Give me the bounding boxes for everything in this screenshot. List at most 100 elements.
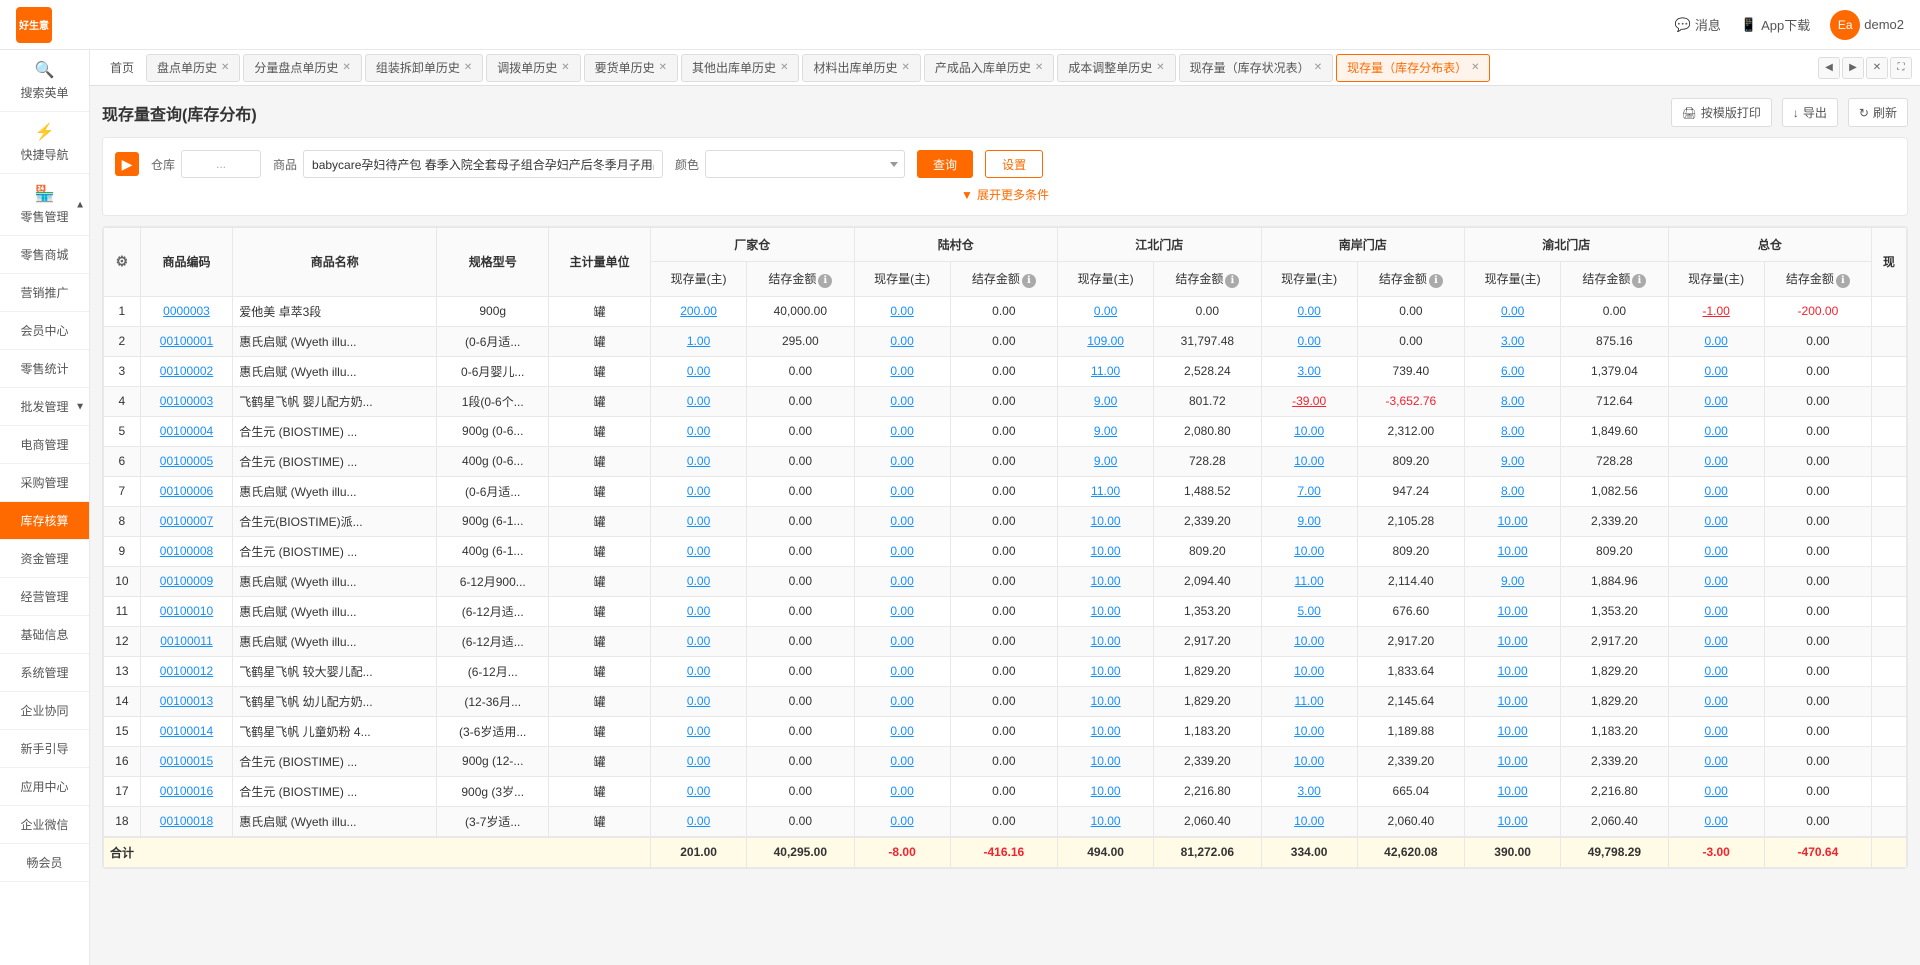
- tab-close-stock-dist[interactable]: ✕: [1471, 62, 1479, 73]
- cell-nanan-qty[interactable]: 10.00: [1261, 626, 1357, 656]
- cell-lucun-qty[interactable]: 0.00: [854, 326, 950, 356]
- cell-yubei-qty[interactable]: 3.00: [1465, 326, 1561, 356]
- sidebar-item-operations[interactable]: 经营管理: [0, 578, 89, 616]
- cell-yubei-qty[interactable]: 10.00: [1465, 686, 1561, 716]
- tab-close-all-btn[interactable]: ✕: [1866, 57, 1888, 79]
- app-download-btn[interactable]: 📱 App下载: [1741, 15, 1810, 34]
- sidebar-item-shortcuts[interactable]: ⚡ 快捷导航: [0, 112, 89, 174]
- cell-jiangbei-qty[interactable]: 10.00: [1058, 656, 1154, 686]
- tab-split-count[interactable]: 分量盘点单历史 ✕: [243, 54, 361, 82]
- cell-total-qty[interactable]: 0.00: [1668, 386, 1764, 416]
- sidebar-item-wholesale[interactable]: 批发管理 ▼: [0, 388, 89, 426]
- cell-yubei-qty[interactable]: 10.00: [1465, 656, 1561, 686]
- cell-total-qty[interactable]: 0.00: [1668, 686, 1764, 716]
- cell-yubei-qty[interactable]: 10.00: [1465, 776, 1561, 806]
- cell-yubei-qty[interactable]: 6.00: [1465, 356, 1561, 386]
- cell-factory-qty[interactable]: 0.00: [650, 446, 746, 476]
- cell-code[interactable]: 00100002: [140, 356, 233, 386]
- cell-jiangbei-qty[interactable]: 10.00: [1058, 716, 1154, 746]
- cell-nanan-qty[interactable]: 7.00: [1261, 476, 1357, 506]
- cell-total-qty[interactable]: 0.00: [1668, 746, 1764, 776]
- cell-factory-qty[interactable]: 200.00: [650, 296, 746, 326]
- tab-close-cost-adjust[interactable]: ✕: [1156, 62, 1164, 73]
- cell-jiangbei-qty[interactable]: 9.00: [1058, 446, 1154, 476]
- cell-factory-qty[interactable]: 0.00: [650, 536, 746, 566]
- cell-lucun-qty[interactable]: 0.00: [854, 536, 950, 566]
- cell-factory-qty[interactable]: 0.00: [650, 746, 746, 776]
- sidebar-item-inventory[interactable]: 库存核算: [0, 502, 89, 540]
- cell-total-qty[interactable]: 0.00: [1668, 536, 1764, 566]
- tab-close-split-count[interactable]: ✕: [342, 62, 350, 73]
- cell-factory-qty[interactable]: 1.00: [650, 326, 746, 356]
- cell-nanan-qty[interactable]: 10.00: [1261, 416, 1357, 446]
- cell-total-qty[interactable]: 0.00: [1668, 566, 1764, 596]
- cell-jiangbei-qty[interactable]: 9.00: [1058, 386, 1154, 416]
- search-expand-btn[interactable]: ▶: [115, 152, 139, 176]
- cell-code[interactable]: 00100006: [140, 476, 233, 506]
- cell-yubei-qty[interactable]: 10.00: [1465, 506, 1561, 536]
- cell-yubei-qty[interactable]: 9.00: [1465, 566, 1561, 596]
- warehouse-input[interactable]: [181, 150, 261, 178]
- tab-combo-split[interactable]: 组装拆卸单历史 ✕: [365, 54, 483, 82]
- cell-code[interactable]: 00100005: [140, 446, 233, 476]
- sidebar-item-new-guide[interactable]: 新手引导: [0, 730, 89, 768]
- cell-nanan-qty[interactable]: 5.00: [1261, 596, 1357, 626]
- tab-next-btn[interactable]: ▶: [1842, 57, 1864, 79]
- cell-yubei-qty[interactable]: 10.00: [1465, 806, 1561, 837]
- cell-factory-qty[interactable]: 0.00: [650, 596, 746, 626]
- tab-expand-btn[interactable]: ⛶: [1890, 57, 1912, 79]
- total-amt-info-icon[interactable]: ℹ: [1836, 274, 1850, 288]
- cell-nanan-qty[interactable]: 0.00: [1261, 296, 1357, 326]
- refresh-btn[interactable]: ↻ 刷新: [1848, 98, 1908, 127]
- cell-total-qty[interactable]: 0.00: [1668, 446, 1764, 476]
- yubei-amt-info-icon[interactable]: ℹ: [1632, 274, 1646, 288]
- cell-code[interactable]: 0000003: [140, 296, 233, 326]
- factory-amt-info-icon[interactable]: ℹ: [818, 274, 832, 288]
- cell-nanan-qty[interactable]: 3.00: [1261, 776, 1357, 806]
- cell-lucun-qty[interactable]: 0.00: [854, 806, 950, 837]
- tab-inventory-count[interactable]: 盘点单历史 ✕: [146, 54, 240, 82]
- cell-lucun-qty[interactable]: 0.00: [854, 506, 950, 536]
- tab-product-in[interactable]: 产成品入库单历史 ✕: [924, 54, 1054, 82]
- cell-code[interactable]: 00100007: [140, 506, 233, 536]
- cell-yubei-qty[interactable]: 8.00: [1465, 476, 1561, 506]
- jiangbei-amt-info-icon[interactable]: ℹ: [1225, 274, 1239, 288]
- sidebar-item-retail-stats[interactable]: 零售统计: [0, 350, 89, 388]
- cell-jiangbei-qty[interactable]: 11.00: [1058, 476, 1154, 506]
- cell-factory-qty[interactable]: 0.00: [650, 506, 746, 536]
- cell-code[interactable]: 00100018: [140, 806, 233, 837]
- cell-jiangbei-qty[interactable]: 0.00: [1058, 296, 1154, 326]
- tab-transfer[interactable]: 调拨单历史 ✕: [486, 54, 580, 82]
- user-menu[interactable]: Ea demo2: [1830, 10, 1904, 40]
- cell-lucun-qty[interactable]: 0.00: [854, 386, 950, 416]
- sidebar-item-mall[interactable]: 零售商城: [0, 236, 89, 274]
- cell-code[interactable]: 00100013: [140, 686, 233, 716]
- cell-factory-qty[interactable]: 0.00: [650, 356, 746, 386]
- cell-lucun-qty[interactable]: 0.00: [854, 416, 950, 446]
- cell-total-qty[interactable]: 0.00: [1668, 716, 1764, 746]
- tab-other-out[interactable]: 其他出库单历史 ✕: [681, 54, 799, 82]
- cell-factory-qty[interactable]: 0.00: [650, 626, 746, 656]
- cell-factory-qty[interactable]: 0.00: [650, 566, 746, 596]
- cell-lucun-qty[interactable]: 0.00: [854, 446, 950, 476]
- sidebar-item-system[interactable]: 系统管理: [0, 654, 89, 692]
- cell-lucun-qty[interactable]: 0.00: [854, 626, 950, 656]
- tab-close-other-out[interactable]: ✕: [780, 62, 788, 73]
- col-gear[interactable]: ⚙: [104, 228, 141, 297]
- message-btn[interactable]: 💬 消息: [1675, 15, 1721, 34]
- cell-factory-qty[interactable]: 0.00: [650, 416, 746, 446]
- cell-jiangbei-qty[interactable]: 10.00: [1058, 746, 1154, 776]
- cell-nanan-qty[interactable]: 9.00: [1261, 506, 1357, 536]
- cell-jiangbei-qty[interactable]: 11.00: [1058, 356, 1154, 386]
- sidebar-item-member2[interactable]: 畅会员: [0, 844, 89, 882]
- cell-code[interactable]: 00100004: [140, 416, 233, 446]
- cell-lucun-qty[interactable]: 0.00: [854, 296, 950, 326]
- cell-yubei-qty[interactable]: 10.00: [1465, 536, 1561, 566]
- cell-factory-qty[interactable]: 0.00: [650, 386, 746, 416]
- cell-factory-qty[interactable]: 0.00: [650, 656, 746, 686]
- cell-total-qty[interactable]: 0.00: [1668, 416, 1764, 446]
- lucun-amt-info-icon[interactable]: ℹ: [1022, 274, 1036, 288]
- tab-close-product-in[interactable]: ✕: [1035, 62, 1043, 73]
- sidebar-item-basics[interactable]: 基础信息: [0, 616, 89, 654]
- cell-jiangbei-qty[interactable]: 9.00: [1058, 416, 1154, 446]
